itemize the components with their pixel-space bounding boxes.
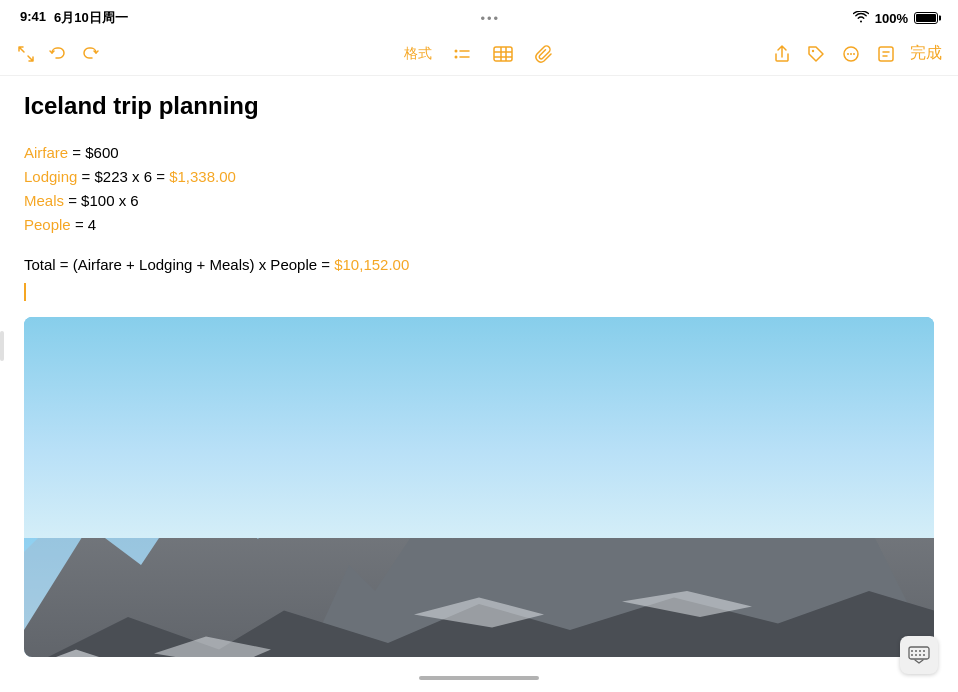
edit-icon[interactable] <box>876 44 896 64</box>
undo-icon[interactable] <box>48 44 68 64</box>
formula-text: Total = (Airfare + Lodging + Meals) x Pe… <box>24 256 330 273</box>
side-handle[interactable] <box>0 331 4 361</box>
bottom-bar <box>0 676 958 680</box>
date: 6月10日周一 <box>54 9 128 27</box>
line-meals[interactable]: Meals = $100 x 6 <box>24 189 934 213</box>
redo-icon[interactable] <box>80 44 100 64</box>
status-dots: ••• <box>480 11 500 26</box>
toolbar-center-group: 格式 <box>404 44 554 64</box>
svg-point-0 <box>455 49 458 52</box>
time: 9:41 <box>20 9 46 27</box>
table-icon[interactable] <box>492 44 514 64</box>
formula-result: $10,152.00 <box>330 256 409 273</box>
home-indicator <box>419 676 539 680</box>
svg-rect-14 <box>879 47 893 61</box>
battery-icon <box>914 12 938 24</box>
toolbar: 格式 <box>0 32 958 76</box>
wifi-icon <box>853 11 869 26</box>
note-title[interactable]: Iceland trip planning <box>24 92 934 121</box>
toolbar-left-group <box>16 44 772 64</box>
lodging-value: = $223 x 6 = <box>77 168 165 185</box>
mountain-scene <box>24 317 934 657</box>
sky-background <box>24 317 934 538</box>
people-value: = 4 <box>71 216 96 233</box>
svg-point-9 <box>812 49 814 51</box>
tag-icon[interactable] <box>806 44 826 64</box>
share-icon[interactable] <box>772 44 792 64</box>
keyboard-float-button[interactable] <box>900 636 938 674</box>
note-image[interactable] <box>24 317 934 657</box>
meals-value: = $100 x 6 <box>64 192 139 209</box>
status-bar: 9:41 6月10日周一 ••• 100% <box>0 0 958 32</box>
more-icon[interactable] <box>840 44 862 64</box>
battery-percent: 100% <box>875 11 908 26</box>
airfare-label: Airfare <box>24 144 68 161</box>
format-button[interactable]: 格式 <box>404 45 432 63</box>
note-content: Iceland trip planning Airfare = $600 Lod… <box>0 76 958 317</box>
svg-rect-18 <box>909 647 929 659</box>
people-label: People <box>24 216 71 233</box>
collapse-icon[interactable] <box>16 44 36 64</box>
svg-rect-4 <box>494 47 512 61</box>
line-lodging[interactable]: Lodging = $223 x 6 = $1,338.00 <box>24 165 934 189</box>
status-time-date: 9:41 6月10日周一 <box>20 9 128 27</box>
airfare-value: = $600 <box>68 144 118 161</box>
svg-point-1 <box>455 55 458 58</box>
attachment-icon[interactable] <box>534 44 554 64</box>
done-button[interactable]: 完成 <box>910 43 942 64</box>
lodging-label: Lodging <box>24 168 77 185</box>
formula-line[interactable]: Total = (Airfare + Lodging + Meals) x Pe… <box>24 253 934 277</box>
meals-label: Meals <box>24 192 64 209</box>
lodging-calc: $1,338.00 <box>165 168 236 185</box>
line-people[interactable]: People = 4 <box>24 213 934 237</box>
status-indicators: 100% <box>853 11 938 26</box>
note-variables: Airfare = $600 Lodging = $223 x 6 = $1,3… <box>24 141 934 237</box>
line-airfare[interactable]: Airfare = $600 <box>24 141 934 165</box>
toolbar-right-group: 完成 <box>772 43 942 64</box>
text-cursor <box>24 281 934 301</box>
list-icon[interactable] <box>452 44 472 64</box>
